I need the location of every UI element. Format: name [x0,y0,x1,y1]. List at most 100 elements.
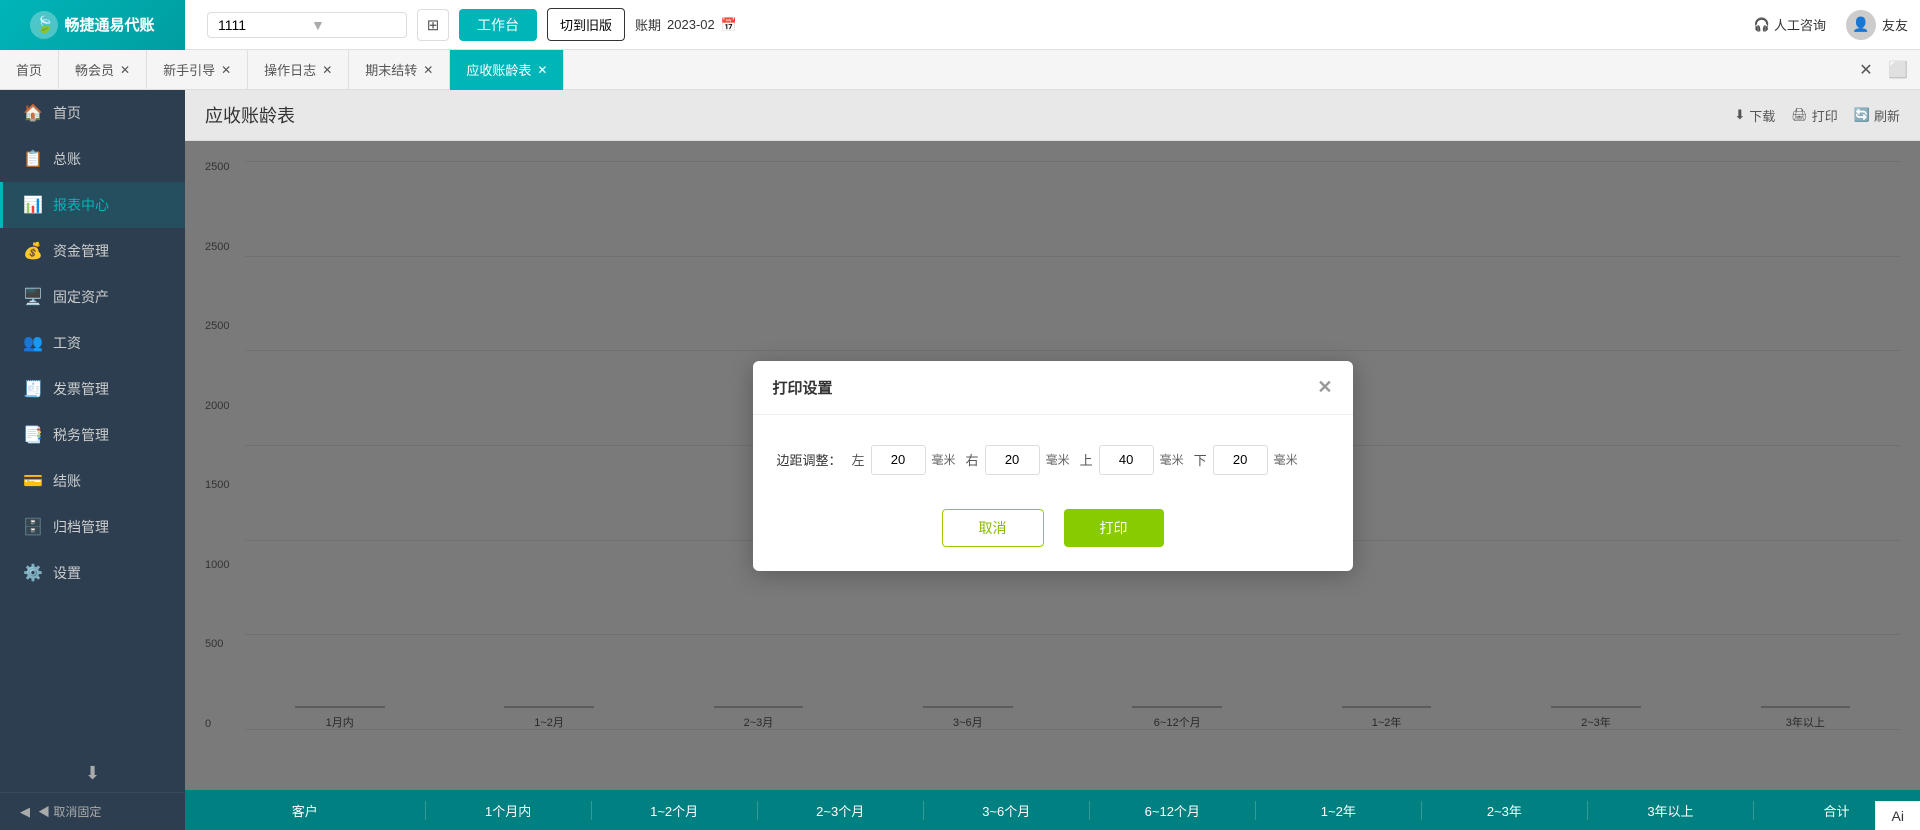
collapse-icon: ◀ [20,804,30,820]
margin-top-input[interactable] [1099,445,1154,475]
sidebar-item-ledger[interactable]: 📋 总账 [0,136,185,182]
ai-label[interactable]: Ai [1875,801,1920,830]
tab-closing-label: 期末结转 [365,60,417,79]
margin-left-input[interactable] [871,445,926,475]
switch-button[interactable]: 切到旧版 [547,8,625,41]
assets-icon: 🖥️ [23,287,43,307]
help-label: 人工咨询 [1774,15,1826,34]
tab-close-all[interactable]: ✕ [1852,56,1880,84]
top-unit: 毫米 [1160,451,1184,468]
tab-guide-close[interactable]: ✕ [221,63,231,77]
tab-closing[interactable]: 期末结转 ✕ [349,50,450,90]
tab-guide[interactable]: 新手引导 ✕ [147,50,248,90]
tab-member-close[interactable]: ✕ [120,63,130,77]
sidebar-item-funds-label: 资金管理 [53,241,109,261]
dialog-close-button[interactable]: ✕ [1317,378,1332,396]
sidebar-item-settings[interactable]: ⚙️ 设置 [0,550,185,596]
user-name: 友友 [1882,15,1908,34]
sidebar-item-invoice[interactable]: 🧾 发票管理 [0,366,185,412]
overlay: 打印设置 ✕ 边距调整： 左 毫米 [185,141,1920,790]
refresh-icon: 🔄 [1854,107,1870,123]
margin-bottom-group: 下 毫米 [1194,445,1298,475]
period-value: 2023-02 [667,17,715,32]
chart-area: 0 500 1000 1500 2000 2500 2500 2500 [185,141,1920,790]
refresh-label: 刷新 [1874,106,1900,125]
tab-aging[interactable]: 应收账龄表 ✕ [450,50,564,90]
sidebar-item-ledger-label: 总账 [53,149,81,169]
right-unit: 毫米 [1046,451,1070,468]
sidebar-item-payroll[interactable]: 👥 工资 [0,320,185,366]
logo-text: 畅捷通易代账 [64,14,154,35]
page-actions: ⬇ 下载 🖨 打印 🔄 刷新 [1734,106,1900,125]
help-button[interactable]: 🎧 人工咨询 [1754,15,1826,34]
tab-member[interactable]: 畅会员 ✕ [59,50,147,90]
calendar-icon[interactable]: 📅 [721,17,737,33]
sidebar-item-tax-label: 税务管理 [53,425,109,445]
copy-icon[interactable]: ⊞ [417,9,449,41]
tab-home[interactable]: 首页 [0,50,59,90]
print-button[interactable]: 🖨 打印 [1791,106,1838,125]
company-name: 1111 [218,17,303,33]
sidebar-item-checkout[interactable]: 💳 结账 [0,458,185,504]
sidebar-item-archive[interactable]: 🗄️ 归档管理 [0,504,185,550]
sidebar-item-checkout-label: 结账 [53,471,81,491]
sidebar-item-reports[interactable]: 📊 报表中心 [0,182,185,228]
th-3-6month: 3~6个月 [924,801,1090,820]
sidebar-item-assets[interactable]: 🖥️ 固定资产 [0,274,185,320]
sidebar-item-archive-label: 归档管理 [53,517,109,537]
print-settings-dialog: 打印设置 ✕ 边距调整： 左 毫米 [753,361,1353,571]
sidebar-item-invoice-label: 发票管理 [53,379,109,399]
th-1month: 1个月内 [426,801,592,820]
tab-aging-close[interactable]: ✕ [537,63,547,77]
settings-icon: ⚙️ [23,563,43,583]
right-dir-label: 右 [966,450,979,469]
dialog-body: 边距调整： 左 毫米 右 毫米 [753,415,1353,499]
page-title: 应收账龄表 [205,102,295,128]
cancel-button[interactable]: 取消 [942,509,1044,547]
reports-icon: 📊 [23,195,43,215]
confirm-print-button[interactable]: 打印 [1064,509,1164,547]
print-label: 打印 [1812,106,1838,125]
margin-row: 边距调整： 左 毫米 右 毫米 [777,445,1329,475]
tab-log[interactable]: 操作日志 ✕ [248,50,349,90]
tab-log-close[interactable]: ✕ [322,63,332,77]
margin-left-group: 左 毫米 [852,445,956,475]
tab-maximize[interactable]: ⬜ [1884,56,1912,84]
sidebar-item-tax[interactable]: 📑 税务管理 [0,412,185,458]
sidebar-item-funds[interactable]: 💰 资金管理 [0,228,185,274]
download-button[interactable]: ⬇ 下载 [1734,106,1775,125]
archive-icon: 🗄️ [23,517,43,537]
th-3plus: 3年以上 [1588,801,1754,820]
margin-right-input[interactable] [985,445,1040,475]
download-label: 下载 [1749,106,1775,125]
funds-icon: 💰 [23,241,43,261]
sidebar-collapse[interactable]: ◀ ◀ 取消固定 [0,792,185,830]
user-menu[interactable]: 👤 友友 [1846,10,1908,40]
ledger-icon: 📋 [23,149,43,169]
refresh-button[interactable]: 🔄 刷新 [1854,106,1900,125]
dialog-footer: 取消 打印 [753,499,1353,571]
dialog-header: 打印设置 ✕ [753,361,1353,415]
sidebar-item-reports-label: 报表中心 [53,195,109,215]
chevron-down-icon: ▼ [311,17,396,33]
top-dir-label: 上 [1080,450,1093,469]
tab-bar: 首页 畅会员 ✕ 新手引导 ✕ 操作日志 ✕ 期末结转 ✕ 应收账龄表 ✕ ✕ … [0,50,1920,90]
sidebar-scroll-down[interactable]: ⬇ [0,755,185,792]
sidebar-item-payroll-label: 工资 [53,333,81,353]
period-label: 账期 2023-02 📅 [635,15,737,34]
workbench-button[interactable]: 工作台 [459,9,537,41]
company-selector[interactable]: 1111 ▼ [207,12,407,38]
th-2-3year: 2~3年 [1422,801,1588,820]
dialog-title: 打印设置 [773,377,833,398]
left-dir-label: 左 [852,450,865,469]
tax-icon: 📑 [23,425,43,445]
sidebar: 🏠 首页 📋 总账 📊 报表中心 💰 资金管理 🖥️ 固定资产 [0,90,185,830]
period-prefix: 账期 [635,15,661,34]
sidebar-item-home[interactable]: 🏠 首页 [0,90,185,136]
tab-closing-close[interactable]: ✕ [423,63,433,77]
margin-top-group: 上 毫米 [1080,445,1184,475]
th-2-3month: 2~3个月 [758,801,924,820]
ai-label-text: Ai [1892,808,1904,824]
invoice-icon: 🧾 [23,379,43,399]
margin-bottom-input[interactable] [1213,445,1268,475]
